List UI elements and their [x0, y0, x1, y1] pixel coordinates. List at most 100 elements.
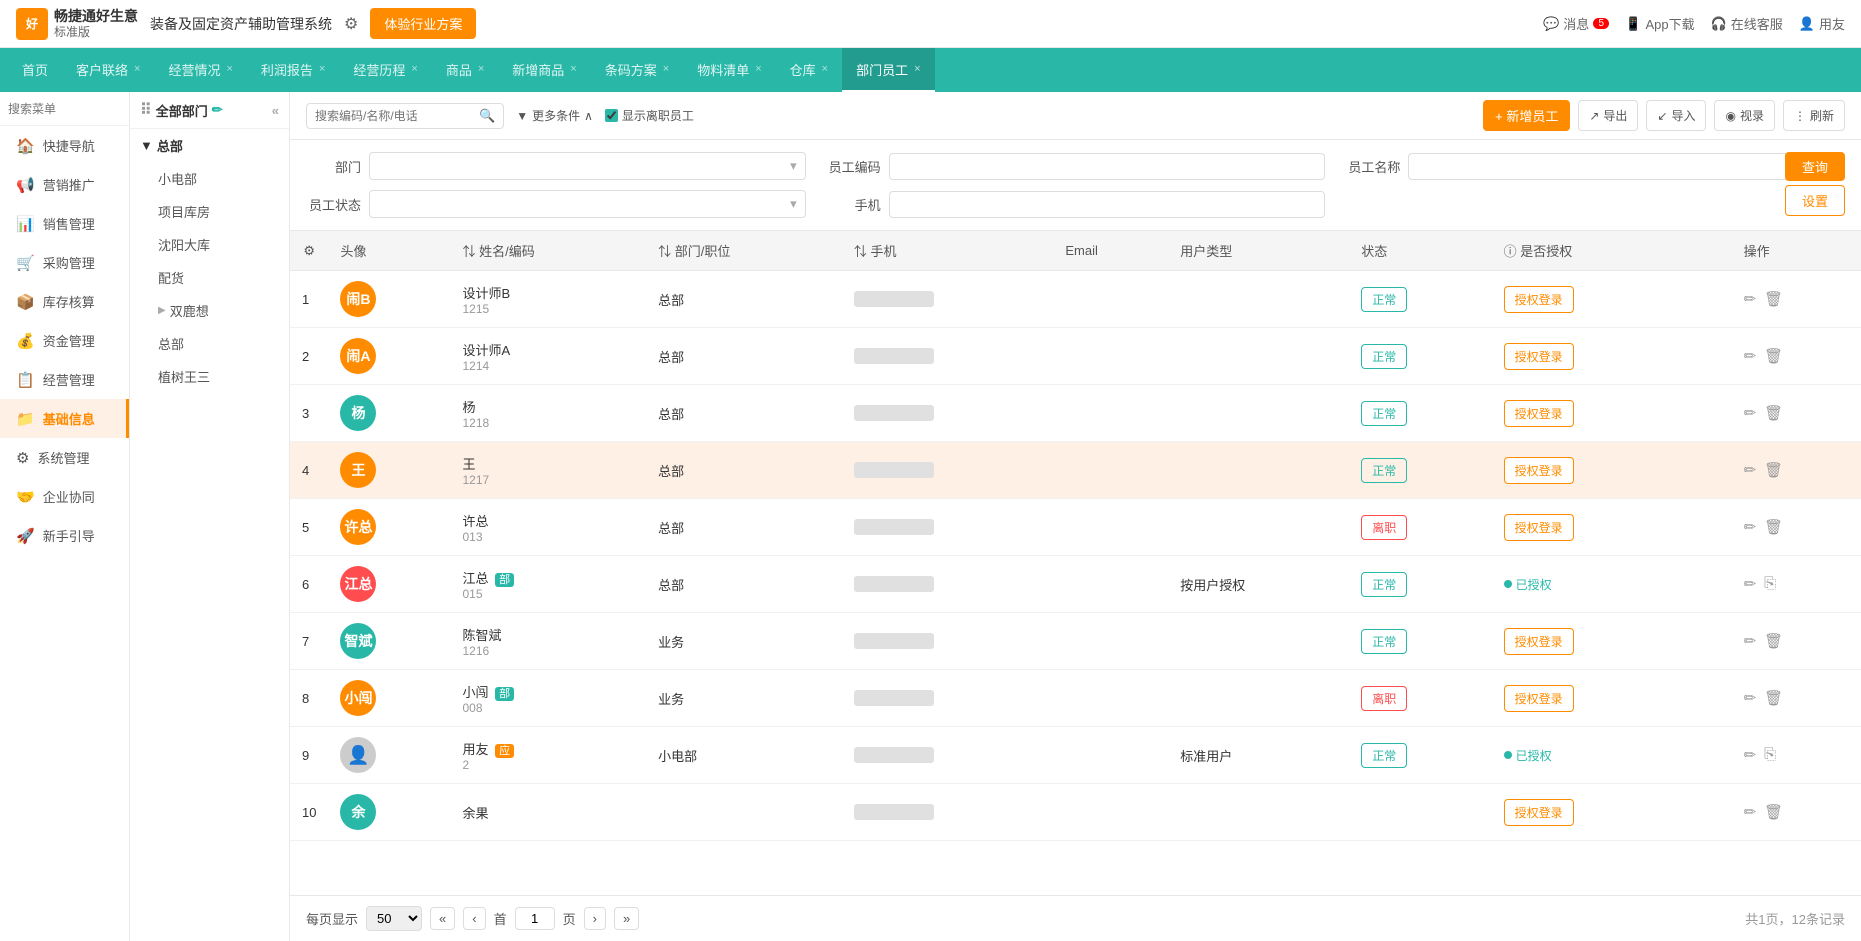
delete-button[interactable]: 🗑	[1764, 347, 1783, 365]
more-filter-btn[interactable]: ▼ 更多条件 ∧	[516, 107, 593, 124]
sidebar-item-quick-nav[interactable]: 🏠 快捷导航	[0, 126, 129, 165]
tab-close-customer[interactable]: ×	[134, 63, 140, 75]
col-settings[interactable]: ⚙	[290, 231, 328, 271]
edit-button[interactable]: ✏	[1744, 347, 1757, 365]
message-item[interactable]: 💬 消息 5	[1543, 14, 1609, 33]
tree-item-corp[interactable]: ▼ 总部	[130, 129, 289, 162]
delete-button[interactable]: 🗑	[1764, 689, 1783, 707]
tab-home[interactable]: 首页	[8, 48, 62, 92]
delete-button[interactable]: 🗑	[1764, 518, 1783, 536]
tree-item-plant[interactable]: 植树王三	[130, 360, 289, 393]
edit-button[interactable]: ✏	[1744, 746, 1757, 764]
edit-dept-icon[interactable]: ✏	[212, 102, 223, 118]
filter-phone-input[interactable]	[889, 191, 1326, 218]
sidebar-item-marketing[interactable]: 📢 营销推广	[0, 165, 129, 204]
import-button[interactable]: ↙ 导入	[1646, 100, 1706, 131]
tree-item-delivery[interactable]: 配货	[130, 261, 289, 294]
tab-bom[interactable]: 物料清单 ×	[683, 48, 775, 92]
sidebar-item-guide[interactable]: 🚀 新手引导	[0, 516, 129, 555]
copy-button[interactable]: ⎘	[1764, 575, 1776, 593]
edit-button[interactable]: ✏	[1744, 632, 1757, 650]
col-phone[interactable]: ⇅ 手机	[842, 231, 1053, 271]
delete-button[interactable]: 🗑	[1764, 632, 1783, 650]
search-button[interactable]: 查询	[1785, 152, 1845, 181]
col-dept-pos[interactable]: ⇅ 部门/职位	[646, 231, 842, 271]
tab-close-barcode[interactable]: ×	[663, 63, 669, 75]
tab-close-operation[interactable]: ×	[226, 63, 232, 75]
app-download-item[interactable]: 📱 App下载	[1625, 14, 1694, 33]
filter-empname-input[interactable]	[1408, 153, 1845, 180]
prev-page-button[interactable]: ‹	[463, 907, 485, 930]
tree-item-electronics[interactable]: 小电部	[130, 162, 289, 195]
sidebar-item-basic[interactable]: 📁 基础信息	[0, 399, 129, 438]
auth-login-button[interactable]: 授权登录	[1504, 799, 1574, 826]
tree-item-hq[interactable]: 总部	[130, 327, 289, 360]
gear-button[interactable]: ⚙	[344, 14, 358, 34]
auth-login-button[interactable]: 授权登录	[1504, 400, 1574, 427]
auth-login-button[interactable]: 授权登录	[1504, 457, 1574, 484]
tab-close-warehouse[interactable]: ×	[822, 63, 828, 75]
delete-button[interactable]: 🗑	[1764, 803, 1783, 821]
tab-dept-employee[interactable]: 部门员工 ×	[842, 48, 934, 92]
show-resigned-checkbox[interactable]	[605, 109, 618, 122]
tree-item-double[interactable]: ▶ 双鹿想	[130, 294, 289, 327]
tab-close-profit[interactable]: ×	[319, 63, 325, 75]
edit-button[interactable]: ✏	[1744, 689, 1757, 707]
collapse-panel-btn[interactable]: «	[272, 103, 279, 118]
page-input[interactable]	[515, 907, 555, 930]
last-page-button[interactable]: »	[614, 907, 639, 930]
tab-close-dept-employee[interactable]: ×	[914, 63, 920, 75]
auth-login-button[interactable]: 授权登录	[1504, 628, 1574, 655]
tab-warehouse[interactable]: 仓库 ×	[776, 48, 842, 92]
sidebar-search-input[interactable]	[8, 102, 130, 116]
filter-dept-select[interactable]: ▾	[369, 152, 806, 180]
tree-item-project[interactable]: 项目库房	[130, 195, 289, 228]
online-service-item[interactable]: 🎧 在线客服	[1711, 14, 1783, 33]
tab-profit[interactable]: 利润报告 ×	[247, 48, 339, 92]
search-input[interactable]	[315, 109, 475, 123]
auth-login-button[interactable]: 授权登录	[1504, 286, 1574, 313]
tab-customer[interactable]: 客户联络 ×	[62, 48, 154, 92]
edit-button[interactable]: ✏	[1744, 518, 1757, 536]
user-item[interactable]: 👤 用友	[1799, 14, 1845, 33]
col-name-code[interactable]: ⇅ 姓名/编码	[450, 231, 646, 271]
sidebar-item-collab[interactable]: 🤝 企业协同	[0, 477, 129, 516]
auth-login-button[interactable]: 授权登录	[1504, 514, 1574, 541]
filter-empcode-input[interactable]	[889, 153, 1326, 180]
page-size-select[interactable]: 50 100 200	[366, 906, 422, 931]
tab-history[interactable]: 经营历程 ×	[339, 48, 431, 92]
tree-item-shenyang[interactable]: 沈阳大库	[130, 228, 289, 261]
sidebar-item-system[interactable]: ⚙ 系统管理	[0, 438, 129, 477]
export-button[interactable]: ↗ 导出	[1578, 100, 1638, 131]
tab-add-goods[interactable]: 新增商品 ×	[498, 48, 590, 92]
sidebar-item-sales[interactable]: 📊 销售管理	[0, 204, 129, 243]
tab-goods[interactable]: 商品 ×	[432, 48, 498, 92]
edit-button[interactable]: ✏	[1744, 461, 1757, 479]
settings-icon[interactable]: ⚙	[303, 243, 315, 258]
sidebar-item-finance[interactable]: 💰 资金管理	[0, 321, 129, 360]
delete-button[interactable]: 🗑	[1764, 290, 1783, 308]
trial-button[interactable]: 体验行业方案	[370, 8, 476, 39]
filter-empstatus-select[interactable]: ▾	[369, 190, 806, 218]
tab-barcode[interactable]: 条码方案 ×	[591, 48, 683, 92]
tab-operation[interactable]: 经营情况 ×	[154, 48, 246, 92]
edit-button[interactable]: ✏	[1744, 575, 1757, 593]
tab-close-goods[interactable]: ×	[478, 63, 484, 75]
delete-button[interactable]: 🗑	[1764, 461, 1783, 479]
show-resigned-checkbox-area[interactable]: 显示离职员工	[605, 107, 694, 124]
more-button[interactable]: ⋮ 刷新	[1783, 100, 1845, 131]
auth-login-button[interactable]: 授权登录	[1504, 685, 1574, 712]
sidebar-item-inventory[interactable]: 📦 库存核算	[0, 282, 129, 321]
view-button[interactable]: ◉ 视录	[1714, 100, 1775, 131]
copy-button[interactable]: ⎘	[1764, 746, 1776, 764]
add-employee-button[interactable]: + 新增员工	[1483, 100, 1570, 131]
first-page-button[interactable]: «	[430, 907, 455, 930]
edit-button[interactable]: ✏	[1744, 404, 1757, 422]
tab-close-add-goods[interactable]: ×	[570, 63, 576, 75]
tab-close-bom[interactable]: ×	[755, 63, 761, 75]
edit-button[interactable]: ✏	[1744, 290, 1757, 308]
delete-button[interactable]: 🗑	[1764, 404, 1783, 422]
search-icon[interactable]: 🔍	[479, 108, 495, 124]
reset-button[interactable]: 设置	[1785, 185, 1845, 216]
sidebar-item-purchase[interactable]: 🛒 采购管理	[0, 243, 129, 282]
